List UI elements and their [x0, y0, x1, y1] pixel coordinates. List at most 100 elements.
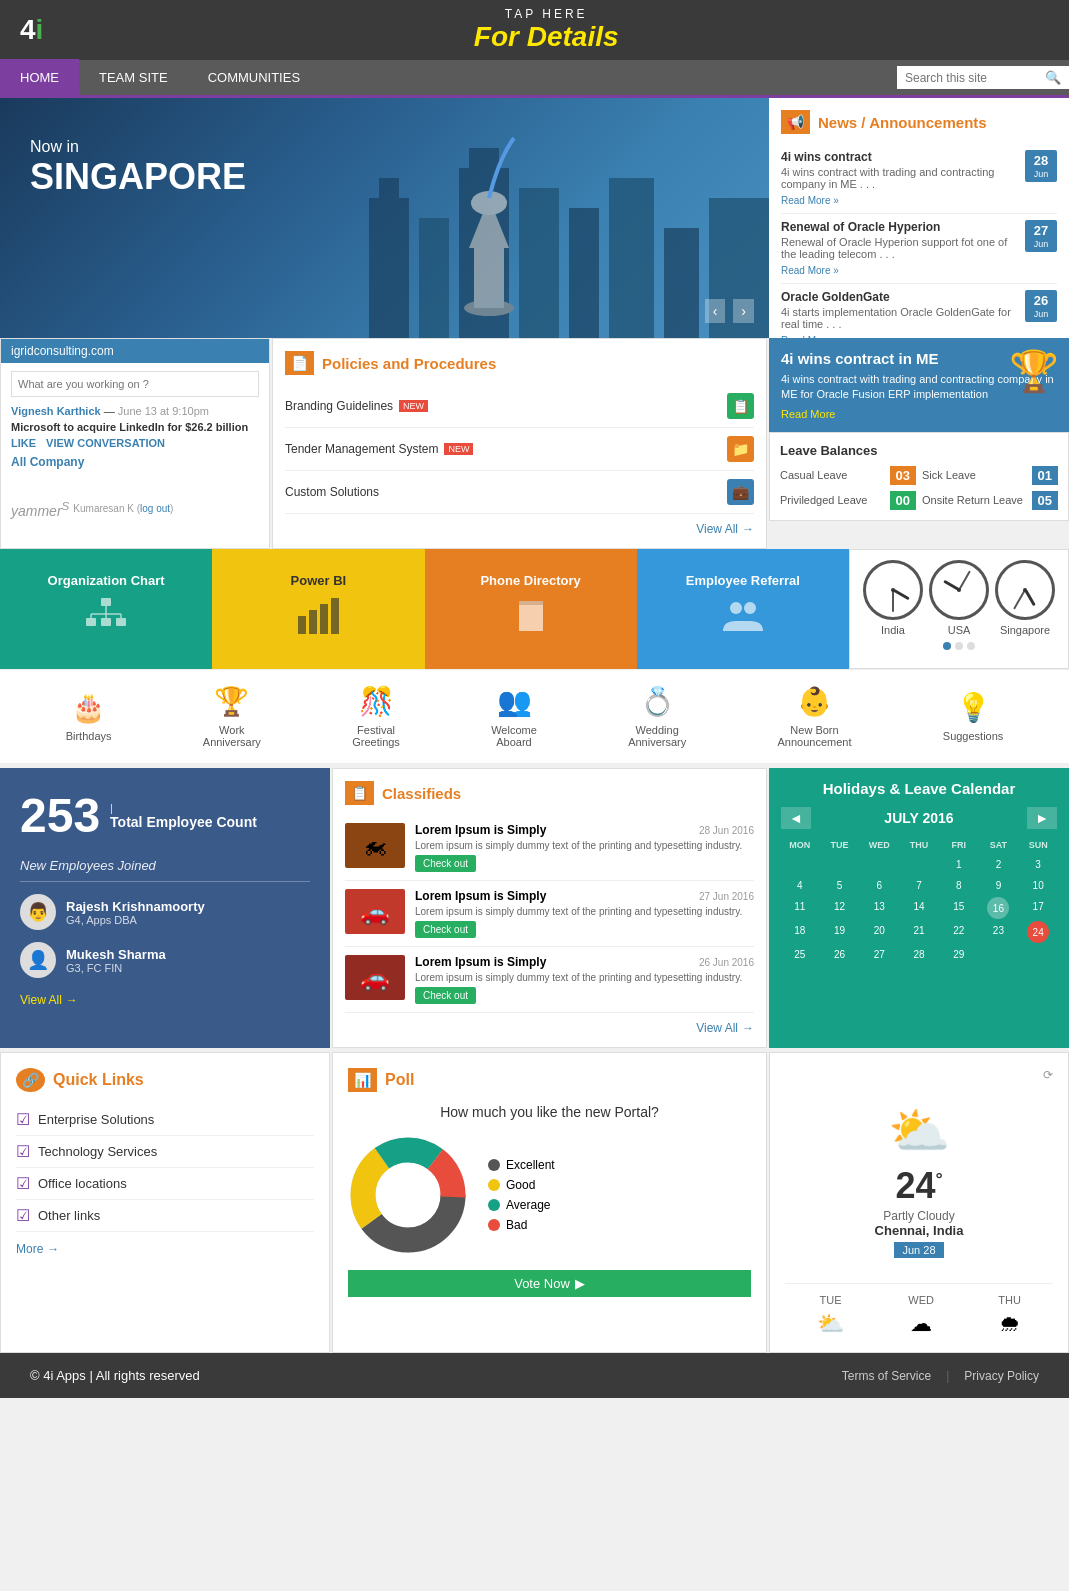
- news-2-text: Renewal of Oracle Hyperion support fot o…: [781, 236, 1017, 260]
- cal-day-14[interactable]: 14: [900, 897, 938, 919]
- employee-2-avatar: 👤: [20, 942, 56, 978]
- tile-phone-directory[interactable]: Phone Directory: [425, 549, 637, 669]
- org-chart-icon: [81, 596, 131, 645]
- cal-day-5[interactable]: 5: [821, 876, 859, 895]
- terms-of-service-link[interactable]: Terms of Service: [842, 1369, 931, 1383]
- tap-here-text: TAP HERE: [43, 7, 1049, 21]
- quick-link-technology[interactable]: ☑ Technology Services: [16, 1136, 314, 1168]
- cal-day-6[interactable]: 6: [860, 876, 898, 895]
- yammer-view-conversation-btn[interactable]: VIEW CONVERSATION: [46, 437, 165, 449]
- nav-home[interactable]: HOME: [0, 59, 79, 97]
- employee-view-all[interactable]: View All →: [20, 993, 310, 1007]
- cal-day-24[interactable]: 24: [1027, 921, 1049, 943]
- quick-links-more-btn[interactable]: More →: [16, 1242, 314, 1256]
- nav-communities[interactable]: COMMUNITIES: [188, 59, 320, 97]
- cal-day-21[interactable]: 21: [900, 921, 938, 943]
- cal-day-11[interactable]: 11: [781, 897, 819, 919]
- weather-icon: ⛅: [888, 1102, 950, 1160]
- svg-point-31: [730, 602, 742, 614]
- cal-day-23[interactable]: 23: [980, 921, 1018, 943]
- tiles-clock-row: Organization Chart Power BI: [0, 549, 1069, 669]
- news-megaphone-icon: 📢: [781, 110, 810, 134]
- cal-day-10[interactable]: 10: [1019, 876, 1057, 895]
- leave-casual: Casual Leave 03: [780, 466, 916, 485]
- policies-view-all[interactable]: View All →: [285, 514, 754, 536]
- trophy-icon: 🏆: [1009, 348, 1059, 395]
- classified-2-checkout[interactable]: Check out: [415, 921, 476, 938]
- cal-day-22[interactable]: 22: [940, 921, 978, 943]
- cal-day-9[interactable]: 9: [980, 876, 1018, 895]
- search-input[interactable]: [905, 71, 1045, 85]
- cal-day-3[interactable]: 3: [1019, 855, 1057, 874]
- social-festival-greetings[interactable]: 🎊 FestivalGreetings: [352, 685, 400, 748]
- cal-day-29[interactable]: 29: [940, 945, 978, 964]
- cal-day-25[interactable]: 25: [781, 945, 819, 964]
- cal-prev-btn[interactable]: ◄: [781, 807, 811, 829]
- clock-dots: [943, 642, 975, 650]
- nav-teamsite[interactable]: TEAM SITE: [79, 59, 188, 97]
- cal-day-2[interactable]: 2: [980, 855, 1018, 874]
- social-wedding-anniversary[interactable]: 💍 WeddingAnniversary: [628, 685, 686, 748]
- classified-3-name: Lorem Ipsum is Simply: [415, 955, 546, 969]
- technology-checkbox-icon: ☑: [16, 1142, 30, 1161]
- cal-day-26[interactable]: 26: [821, 945, 859, 964]
- social-birthdays[interactable]: 🎂 Birthdays: [66, 691, 112, 742]
- social-new-born[interactable]: 👶 New BornAnnouncement: [778, 685, 852, 748]
- yammer-like-btn[interactable]: LIKE: [11, 437, 36, 449]
- logo: 4i: [20, 14, 43, 46]
- news-1-read-more[interactable]: Read More »: [781, 195, 839, 206]
- policy-3-icon[interactable]: 💼: [727, 479, 754, 505]
- cal-day-12[interactable]: 12: [821, 897, 859, 919]
- cal-next-btn[interactable]: ►: [1027, 807, 1057, 829]
- quick-link-office[interactable]: ☑ Office locations: [16, 1168, 314, 1200]
- search-icon[interactable]: 🔍: [1045, 70, 1061, 85]
- cal-day-20[interactable]: 20: [860, 921, 898, 943]
- tile-employee-referral[interactable]: Employee Referral: [637, 549, 849, 669]
- weather-refresh-btn[interactable]: ⟳: [785, 1068, 1053, 1082]
- cal-day-8[interactable]: 8: [940, 876, 978, 895]
- employee-1: 👨 Rajesh Krishnamoorty G4, Apps DBA: [20, 894, 310, 930]
- cal-day-7[interactable]: 7: [900, 876, 938, 895]
- policy-2-icon[interactable]: 📁: [727, 436, 754, 462]
- classified-3-checkout[interactable]: Check out: [415, 987, 476, 1004]
- tile-org-chart[interactable]: Organization Chart: [0, 549, 212, 669]
- wins-read-more[interactable]: Read More: [781, 408, 1057, 420]
- social-suggestions[interactable]: 💡 Suggestions: [943, 691, 1004, 742]
- cal-day-4[interactable]: 4: [781, 876, 819, 895]
- yammer-logout[interactable]: log out: [140, 503, 170, 514]
- cal-day-15[interactable]: 15: [940, 897, 978, 919]
- poll-header: 📊 Poll: [348, 1068, 751, 1092]
- cal-day-13[interactable]: 13: [860, 897, 898, 919]
- quick-link-enterprise[interactable]: ☑ Enterprise Solutions: [16, 1104, 314, 1136]
- average-label: Average: [506, 1198, 550, 1212]
- quick-link-other[interactable]: ☑ Other links: [16, 1200, 314, 1232]
- cal-day-27[interactable]: 27: [860, 945, 898, 964]
- cal-day-28[interactable]: 28: [900, 945, 938, 964]
- cal-day-19[interactable]: 19: [821, 921, 859, 943]
- tile-power-bi[interactable]: Power BI: [212, 549, 424, 669]
- cal-day-17[interactable]: 17: [1019, 897, 1057, 919]
- classifieds-view-all[interactable]: View All →: [345, 1013, 754, 1035]
- singapore-label: Singapore: [1000, 624, 1050, 636]
- policy-1-icon[interactable]: 📋: [727, 393, 754, 419]
- cal-day-16[interactable]: 16: [987, 897, 1009, 919]
- news-2-read-more[interactable]: Read More »: [781, 265, 839, 276]
- social-work-anniversary[interactable]: 🏆 WorkAnniversary: [203, 685, 261, 748]
- clock-india: India: [863, 560, 923, 636]
- privacy-policy-link[interactable]: Privacy Policy: [964, 1369, 1039, 1383]
- policy-3-name: Custom Solutions: [285, 485, 379, 499]
- hero-next-btn[interactable]: ›: [733, 299, 754, 323]
- wedding-anniversary-label: WeddingAnniversary: [628, 724, 686, 748]
- hero-prev-btn[interactable]: ‹: [705, 299, 726, 323]
- cal-day-1[interactable]: 1: [940, 855, 978, 874]
- news-header: 📢 News / Announcements: [781, 110, 1057, 134]
- yammer-input[interactable]: [11, 371, 259, 397]
- hero-city-text: SINGAPORE: [30, 156, 246, 198]
- clock-widget: India USA Singapore: [849, 549, 1069, 669]
- classified-1-checkout[interactable]: Check out: [415, 855, 476, 872]
- good-label: Good: [506, 1178, 535, 1192]
- social-welcome-aboard[interactable]: 👥 WelcomeAboard: [491, 685, 537, 748]
- cal-day-18[interactable]: 18: [781, 921, 819, 943]
- middle-row: igridconsulting.com Vignesh Karthick — J…: [0, 338, 1069, 549]
- vote-now-btn[interactable]: Vote Now ▶: [348, 1270, 751, 1297]
